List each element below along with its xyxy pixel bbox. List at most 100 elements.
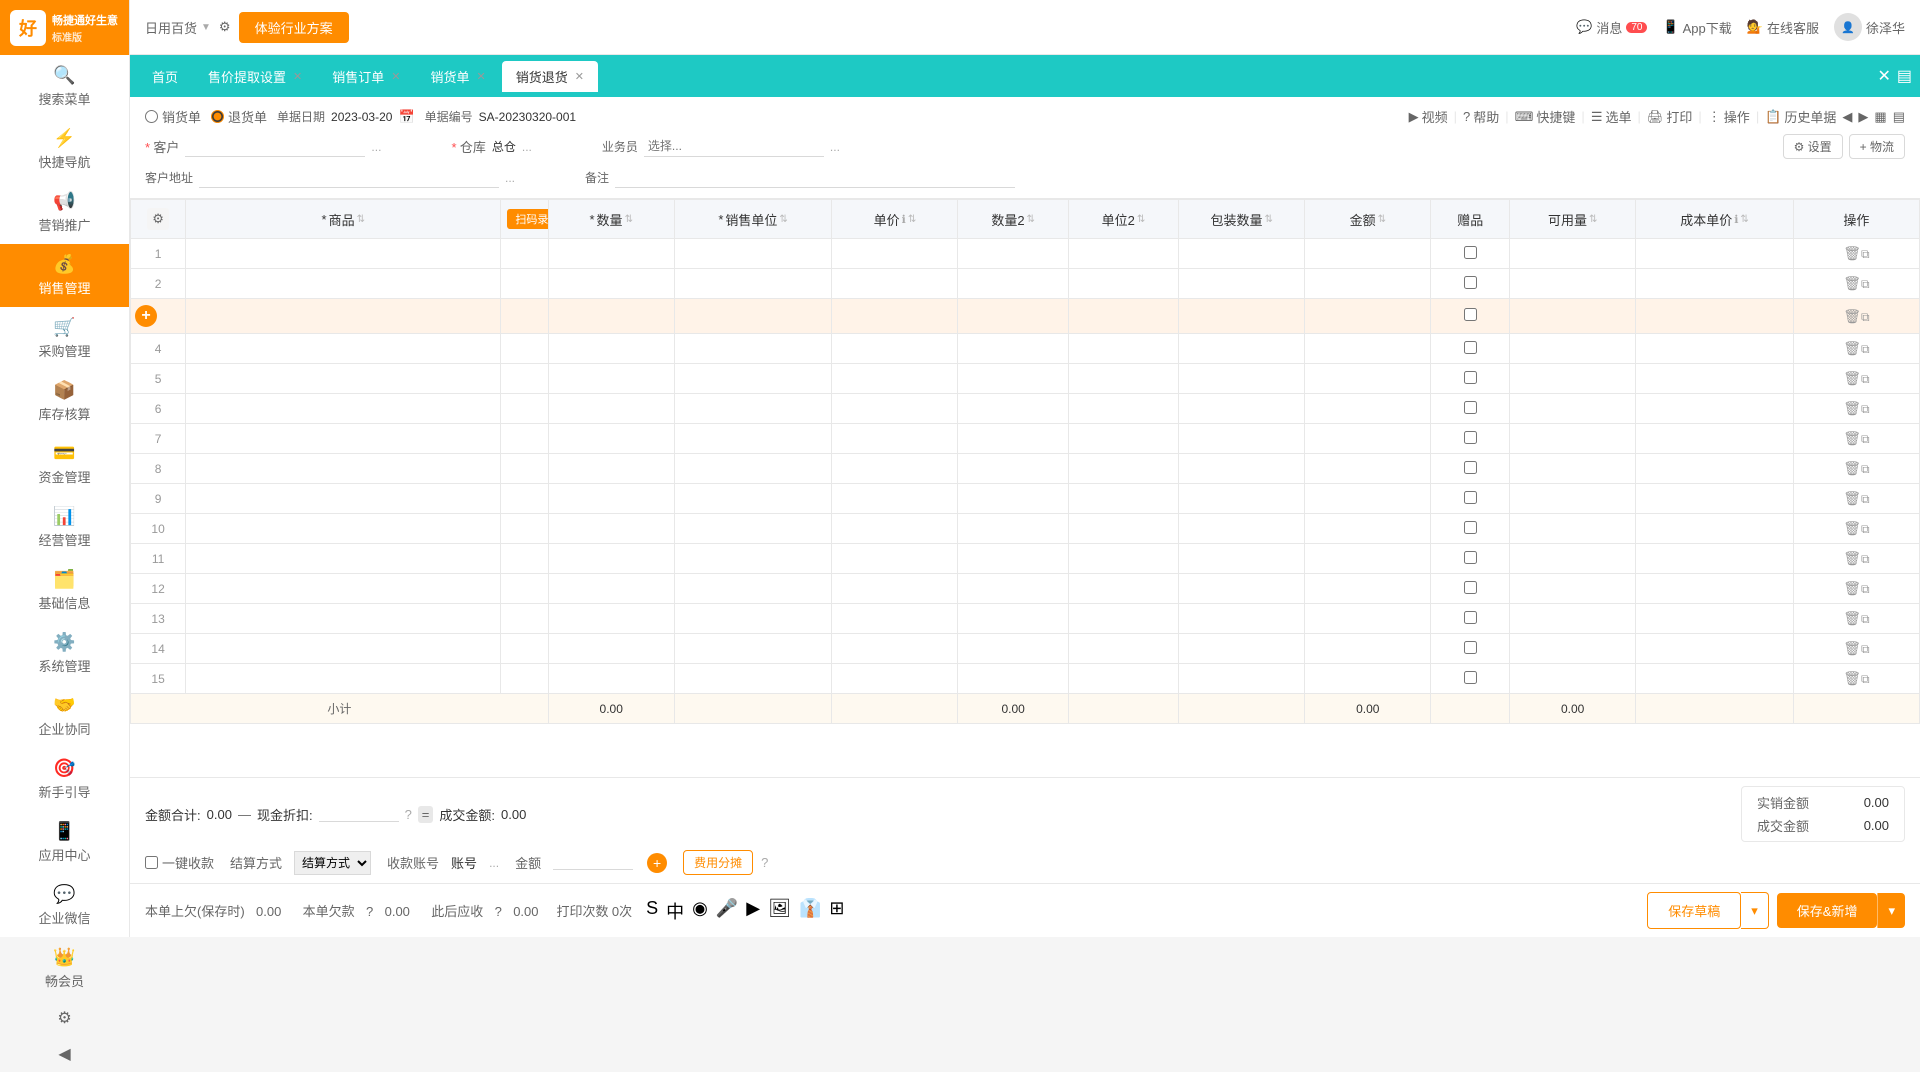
scan-btn[interactable]: 扫码录入 xyxy=(507,209,548,229)
delete-icon[interactable]: 🗑 xyxy=(1843,550,1861,566)
sidebar-item-appstore[interactable]: 📱 应用中心 xyxy=(0,811,129,874)
tab-menu-icon[interactable]: ▤ xyxy=(1897,66,1912,86)
product-cell[interactable] xyxy=(186,299,501,334)
topbar-online-service[interactable]: 💁 在线客服 xyxy=(1747,18,1819,37)
topbar-settings-btn[interactable]: ⚙ xyxy=(219,19,231,35)
product-cell[interactable] xyxy=(186,634,501,664)
tab-close-all-icon[interactable]: ✕ xyxy=(1877,66,1890,86)
delete-icon[interactable]: 🗑 xyxy=(1843,430,1861,446)
tab-sale-price[interactable]: 售价提取设置 ✕ xyxy=(194,61,316,92)
footer-icon-1[interactable]: S xyxy=(646,898,658,924)
copy-icon[interactable]: ⧉ xyxy=(1861,522,1870,536)
product-cell[interactable] xyxy=(186,544,501,574)
delete-icon[interactable]: 🗑 xyxy=(1843,580,1861,596)
gift-checkbox[interactable] xyxy=(1464,341,1477,354)
amount-cell[interactable] xyxy=(1305,239,1431,269)
price-cell[interactable] xyxy=(832,239,958,269)
footer-icon-5[interactable]: ▶ xyxy=(746,898,760,924)
sidebar-collapse-btn[interactable]: ◀ xyxy=(0,1036,129,1072)
unit2-cell[interactable] xyxy=(1068,299,1178,334)
tab-close-icon[interactable]: ✕ xyxy=(477,70,486,83)
fee-help-icon[interactable]: ? xyxy=(761,855,768,870)
sidebar-item-system[interactable]: ⚙️ 系统管理 xyxy=(0,622,129,685)
gift-checkbox[interactable] xyxy=(1464,461,1477,474)
gift-checkbox[interactable] xyxy=(1464,551,1477,564)
qty2-cell[interactable] xyxy=(958,299,1068,334)
fee-split-btn[interactable]: 费用分摊 xyxy=(683,850,753,875)
qty2-cell[interactable] xyxy=(958,239,1068,269)
delete-icon[interactable]: 🗑 xyxy=(1843,308,1861,324)
product-cell[interactable] xyxy=(186,334,501,364)
toolbar-shortcut[interactable]: ⌨ 快捷键 xyxy=(1515,107,1576,126)
account-dots[interactable]: ... xyxy=(489,856,499,870)
delete-icon[interactable]: 🗑 xyxy=(1843,670,1861,686)
demo-btn[interactable]: 体验行业方案 xyxy=(239,12,349,43)
tab-sale-return[interactable]: 销货退货 ✕ xyxy=(502,61,598,92)
address-dots[interactable]: ... xyxy=(505,171,515,185)
footer-icon-8[interactable]: ⊞ xyxy=(829,898,844,924)
amount-cell[interactable] xyxy=(1305,269,1431,299)
toolbar-next[interactable]: ▶ xyxy=(1858,109,1868,125)
add-payment-btn[interactable]: + xyxy=(647,853,667,873)
product-cell[interactable] xyxy=(186,574,501,604)
toolbar-history[interactable]: 📋 历史单据 xyxy=(1765,107,1836,126)
delete-icon[interactable]: 🗑 xyxy=(1843,490,1861,506)
sidebar-item-purchase[interactable]: 🛒 采购管理 xyxy=(0,307,129,370)
toolbar-operation[interactable]: ⋮ 操作 xyxy=(1708,107,1750,126)
unit-cell[interactable] xyxy=(674,299,832,334)
product-cell[interactable] xyxy=(186,239,501,269)
delete-icon[interactable]: 🗑 xyxy=(1843,340,1861,356)
sidebar-item-enterprise[interactable]: 🤝 企业协同 xyxy=(0,685,129,748)
delete-icon[interactable]: 🗑 xyxy=(1843,460,1861,476)
sort-cost-icon[interactable]: ⇅ xyxy=(1740,214,1748,225)
save-draft-dropdown[interactable]: ▾ xyxy=(1741,892,1769,929)
delete-icon[interactable]: 🗑 xyxy=(1843,245,1861,261)
sidebar-item-newbie[interactable]: 🎯 新手引导 xyxy=(0,748,129,811)
copy-icon[interactable]: ⧉ xyxy=(1861,492,1870,506)
copy-icon[interactable]: ⧉ xyxy=(1861,552,1870,566)
copy-icon[interactable]: ⧉ xyxy=(1861,247,1870,261)
topbar-message[interactable]: 💬 消息 70 xyxy=(1576,18,1647,37)
sidebar-item-finance[interactable]: 💳 资金管理 xyxy=(0,433,129,496)
save-draft-btn[interactable]: 保存草稿 xyxy=(1647,892,1741,929)
gift-checkbox[interactable] xyxy=(1464,401,1477,414)
debt-help-icon[interactable]: ? xyxy=(366,904,373,919)
unit-cell[interactable] xyxy=(674,269,832,299)
topbar-app-download[interactable]: 📱 App下载 xyxy=(1662,18,1731,37)
customer-input[interactable] xyxy=(185,136,365,157)
gift-checkbox[interactable] xyxy=(1464,521,1477,534)
payment-amount-input[interactable] xyxy=(553,855,633,870)
add-row-btn[interactable]: + xyxy=(135,305,157,327)
sidebar-item-member[interactable]: 👑 畅会员 xyxy=(0,937,129,1000)
toolbar-select[interactable]: ☰ 选单 xyxy=(1591,107,1632,126)
salesman-input[interactable] xyxy=(644,136,824,157)
copy-icon[interactable]: ⧉ xyxy=(1861,582,1870,596)
radio-return[interactable]: 退货单 xyxy=(211,107,267,126)
tab-close-icon[interactable]: ✕ xyxy=(391,70,400,83)
settlement-select[interactable]: 结算方式 xyxy=(294,851,371,875)
save-new-dropdown[interactable]: ▾ xyxy=(1877,893,1905,928)
sidebar-item-basic[interactable]: 🗂️ 基础信息 xyxy=(0,559,129,622)
footer-icon-7[interactable]: 👔 xyxy=(799,898,821,924)
toolbar-grid1[interactable]: ▦ xyxy=(1874,109,1886,125)
unit2-cell[interactable] xyxy=(1068,269,1178,299)
radio-sale-input[interactable] xyxy=(145,110,158,123)
product-cell[interactable] xyxy=(186,364,501,394)
topbar-user[interactable]: 👤 徐泽华 xyxy=(1834,13,1905,41)
customer-dots[interactable]: ... xyxy=(371,140,381,154)
qty-cell[interactable] xyxy=(548,239,674,269)
col-gear-icon[interactable]: ⚙ xyxy=(147,208,169,230)
delete-icon[interactable]: 🗑 xyxy=(1843,610,1861,626)
sort-avail-icon[interactable]: ⇅ xyxy=(1589,214,1597,225)
tab-close-icon[interactable]: ✕ xyxy=(293,70,302,83)
gift-checkbox[interactable] xyxy=(1464,308,1477,321)
gift-cell[interactable] xyxy=(1431,269,1510,299)
gift-checkbox[interactable] xyxy=(1464,491,1477,504)
toolbar-prev[interactable]: ◀ xyxy=(1842,109,1852,125)
logistics-btn[interactable]: + 物流 xyxy=(1849,134,1905,159)
product-cell[interactable] xyxy=(186,269,501,299)
unit-cell[interactable] xyxy=(674,239,832,269)
delete-icon[interactable]: 🗑 xyxy=(1843,370,1861,386)
toolbar-help[interactable]: ? 帮助 xyxy=(1463,107,1499,126)
amount-cell[interactable] xyxy=(1305,299,1431,334)
